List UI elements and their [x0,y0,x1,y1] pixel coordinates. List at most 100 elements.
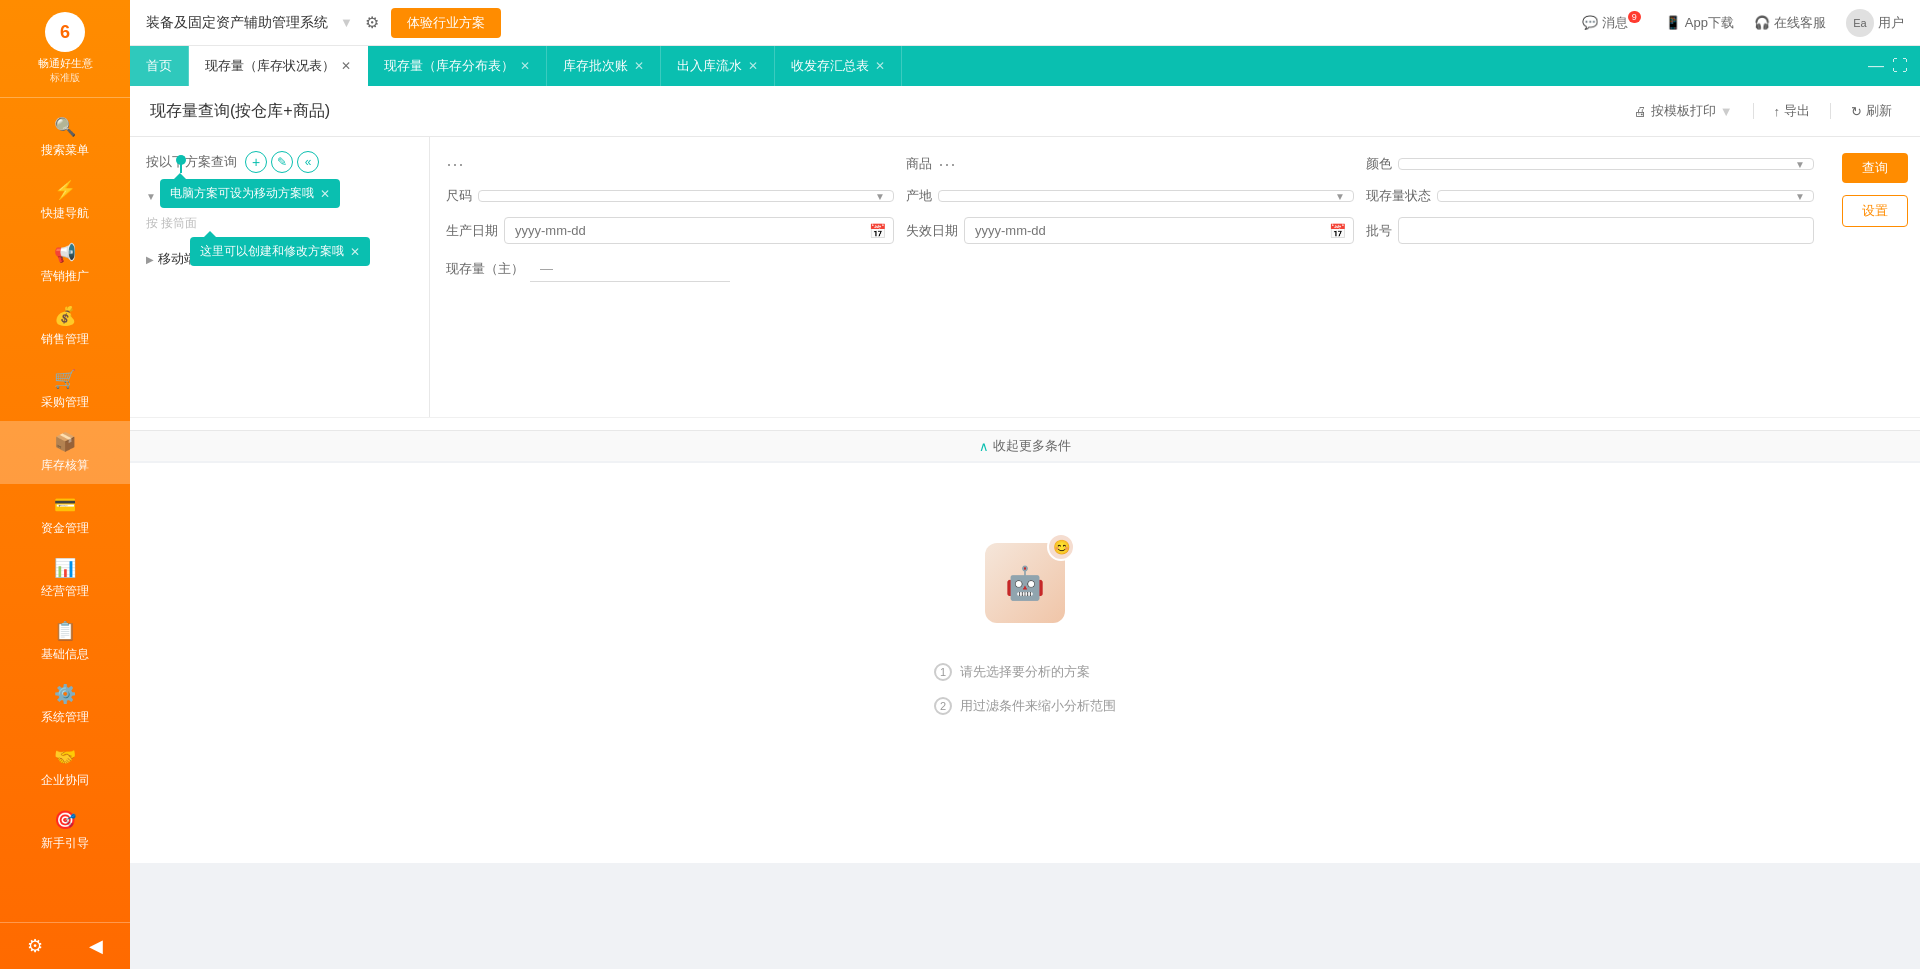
expire-calendar-icon[interactable]: 📅 [1329,223,1346,239]
edit-scheme-btn[interactable]: ✎ [271,151,293,173]
size-label: 尺码 [446,187,472,205]
sidebar-collapse-btn[interactable]: ◀ [89,935,103,957]
tab-in-out-flow[interactable]: 出入库流水 ✕ [661,46,775,86]
header: 装备及固定资产辅助管理系统 ▼ ⚙ 体验行业方案 💬 消息 9 📱 App下载 … [130,0,1920,46]
stock-status-field: 现存量状态 ▼ [1366,187,1814,205]
dots-icon-1[interactable]: ⋯ [446,153,464,175]
sidebar-item-finance[interactable]: 💳 资金管理 [0,484,130,547]
dots-icon-2[interactable]: ⋯ [938,153,956,175]
message-btn[interactable]: 💬 消息 9 [1582,14,1645,32]
page-actions: 🖨 按模板打印 ▼ ↑ 导出 ↻ 刷新 [1626,98,1900,124]
sidebar-item-marketing[interactable]: 📢 营销推广 [0,232,130,295]
user-avatar: Ea [1846,9,1874,37]
trial-btn[interactable]: 体验行业方案 [391,8,501,38]
produce-date-label: 生产日期 [446,222,498,240]
print-btn[interactable]: 🖨 按模板打印 ▼ [1626,98,1741,124]
tooltip-close-1[interactable]: ✕ [320,187,330,201]
page-header: 现存量查询(按仓库+商品) 🖨 按模板打印 ▼ ↑ 导出 ↻ 刷新 [130,86,1920,137]
filter-row-4: 现存量（主） — [446,256,1814,282]
inventory-icon: 📦 [54,431,76,453]
robot-bubble: 😊 [1047,533,1075,561]
color-select[interactable]: ▼ [1398,158,1814,170]
filter-row-2: 尺码 ▼ 产地 ▼ 现存量状态 ▼ [446,187,1814,205]
reset-btn[interactable]: 设置 [1842,195,1908,227]
scheme-header: 按以下方案查询 + ✎ « 电脑方案可设为移动方案哦 ✕ [130,137,429,181]
user-profile[interactable]: Ea 用户 [1846,9,1904,37]
tab-stock-dist[interactable]: 现存量（库存分布表） ✕ [368,46,547,86]
quick-nav-icon: ⚡ [54,179,76,201]
color-field: 颜色 ▼ [1366,155,1814,173]
export-btn[interactable]: ↑ 导出 [1766,98,1819,124]
query-btn[interactable]: 查询 [1842,153,1908,183]
sidebar-item-quicknav[interactable]: ⚡ 快捷导航 [0,169,130,232]
warehouse-label-small: 按 接筒面 [130,211,429,236]
app-download-btn[interactable]: 📱 App下载 [1665,14,1734,32]
tooltip-close-2[interactable]: ✕ [350,245,360,259]
empty-illustration: 🤖 😊 [965,543,1085,643]
basic-info-icon: 📋 [54,620,76,642]
produce-calendar-icon[interactable]: 📅 [869,223,886,239]
sidebar-item-sales[interactable]: 💰 销售管理 [0,295,130,358]
stock-main-label: 现存量（主） [446,260,524,278]
collapse-btn[interactable]: ∧ 收起更多条件 [130,430,1920,461]
sidebar-item-basic-info[interactable]: 📋 基础信息 [0,610,130,673]
tab-close-stock-status[interactable]: ✕ [341,59,351,73]
produce-date-input[interactable] [504,217,894,244]
tab-close-summary[interactable]: ✕ [875,59,885,73]
sidebar-item-purchase[interactable]: 🛒 采购管理 [0,358,130,421]
sales-icon: 💰 [54,305,76,327]
produce-date-field: 生产日期 📅 [446,217,894,244]
system-name: 装备及固定资产辅助管理系统 [146,14,328,32]
tab-receive-summary[interactable]: 收发存汇总表 ✕ [775,46,902,86]
triangle-down: ▼ [146,191,156,202]
tab-close-batch[interactable]: ✕ [634,59,644,73]
size-select[interactable]: ▼ [478,190,894,202]
search-label: 按以下方案查询 [146,153,237,171]
settings-icon[interactable]: ⚙ [365,13,379,32]
refresh-btn[interactable]: ↻ 刷新 [1843,98,1900,124]
back-scheme-btn[interactable]: « [297,151,319,173]
sidebar-settings-btn[interactable]: ⚙ [27,935,43,957]
stock-status-arrow: ▼ [1795,191,1805,202]
sidebar-item-system[interactable]: ⚙️ 系统管理 [0,673,130,736]
tab-maximize-btn[interactable]: ⛶ [1892,57,1908,75]
print-icon: 🖨 [1634,104,1647,119]
header-right: 💬 消息 9 📱 App下载 🎧 在线客服 Ea 用户 [1582,9,1904,37]
color-dropdown-arrow: ▼ [1795,159,1805,170]
tab-batch-account[interactable]: 库存批次账 ✕ [547,46,661,86]
online-service-btn[interactable]: 🎧 在线客服 [1754,14,1826,32]
tab-minimize-btn[interactable]: — [1868,57,1884,75]
sidebar-item-operations[interactable]: 📊 经营管理 [0,547,130,610]
collapse-arrow-icon: ∧ [979,439,989,454]
tooltip-add-scheme: 电脑方案可设为移动方案哦 ✕ [160,179,340,208]
tab-stock-status[interactable]: 现存量（库存状况表） ✕ [189,46,368,86]
size-field: 尺码 ▼ [446,187,894,205]
sidebar-item-inventory[interactable]: 📦 库存核算 [0,421,130,484]
system-icon: ⚙️ [54,683,76,705]
service-icon: 🎧 [1754,15,1770,30]
empty-step-1: 1 请先选择要分析的方案 [934,659,1116,685]
add-scheme-btn[interactable]: + [245,151,267,173]
goods-field: 商品 ⋯ [906,153,1354,175]
tab-home[interactable]: 首页 [130,46,189,86]
app-logo-icon: 6 [45,12,85,52]
page-title: 现存量查询(按仓库+商品) [150,101,330,122]
marketing-icon: 📢 [54,242,76,264]
sidebar-item-newbie[interactable]: 🎯 新手引导 [0,799,130,862]
stock-status-select[interactable]: ▼ [1437,190,1814,202]
origin-field: 产地 ▼ [906,187,1354,205]
expire-date-wrapper: 📅 [964,217,1354,244]
sidebar-item-collab[interactable]: 🤝 企业协同 [0,736,130,799]
origin-label: 产地 [906,187,932,205]
empty-step-2: 2 用过滤条件来缩小分析范围 [934,693,1116,719]
search-menu-icon: 🔍 [54,116,76,138]
sidebar-item-search[interactable]: 🔍 搜索菜单 [0,106,130,169]
tab-close-flow[interactable]: ✕ [748,59,758,73]
origin-select[interactable]: ▼ [938,190,1354,202]
goods-label: 商品 [906,155,932,173]
tooltip-arrow-2 [204,231,216,237]
refresh-icon: ↻ [1851,104,1862,119]
tab-close-stock-dist[interactable]: ✕ [520,59,530,73]
batch-input[interactable] [1398,217,1814,244]
expire-date-input[interactable] [964,217,1354,244]
